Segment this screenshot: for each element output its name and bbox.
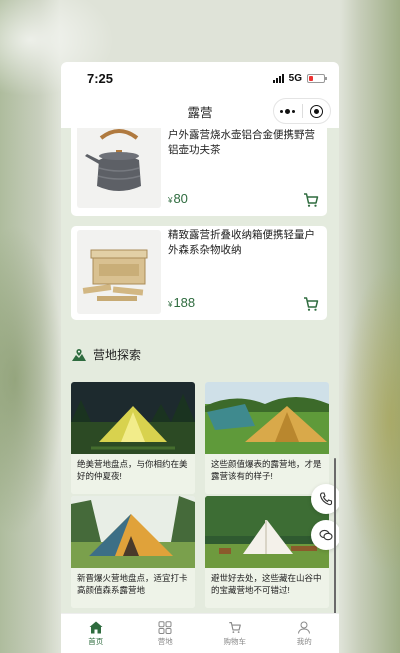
add-to-cart-icon[interactable] xyxy=(303,296,319,312)
map-pin-icon xyxy=(72,348,86,361)
tent-night-image xyxy=(71,382,195,454)
kettle-image xyxy=(77,128,161,208)
tab-label: 营地 xyxy=(157,636,173,646)
product-price: ¥188 xyxy=(168,295,196,310)
status-time: 7:25 xyxy=(87,70,114,86)
phone-icon xyxy=(319,492,333,506)
mini-program-capsule xyxy=(273,98,331,124)
section-header: 营地探索 xyxy=(71,346,141,363)
status-bar: 7:25 5G xyxy=(61,62,339,94)
article-title: 绝美营地盘点，与你相约在美好的仲夏夜! xyxy=(71,454,195,494)
more-icon[interactable] xyxy=(274,108,302,114)
article-title: 这些颜值爆表的露营地，才是露营该有的样子! xyxy=(205,454,329,494)
product-price: ¥80 xyxy=(168,191,188,206)
article-card[interactable]: 避世好去处，这些藏在山谷中的宝藏营地不可错过! xyxy=(205,496,329,608)
tab-label: 首页 xyxy=(88,636,104,646)
network-label: 5G xyxy=(288,72,302,84)
close-target-icon[interactable] xyxy=(303,104,331,118)
section-title: 营地探索 xyxy=(93,348,142,362)
article-card[interactable]: 新晋爆火营地盘点，适宜打卡高颜值森系露营地 xyxy=(71,496,195,608)
scrollbar[interactable] xyxy=(334,458,336,613)
grid-icon xyxy=(158,620,172,634)
article-title: 避世好去处，这些藏在山谷中的宝藏营地不可错过! xyxy=(205,568,329,608)
tent-meadow-image xyxy=(205,382,329,454)
tab-cart[interactable]: 购物车 xyxy=(200,614,270,653)
battery-icon xyxy=(307,73,327,83)
signal-icon xyxy=(272,73,284,83)
tab-bar: 首页 营地 购物车 我的 xyxy=(61,613,339,653)
tent-forest-image xyxy=(71,496,195,568)
phone-screen: 7:25 5G 露营 户外露营烧水壶铝合金便携野营铝壶功夫茶 ¥80 精致露营折… xyxy=(61,62,339,653)
product-card[interactable]: 精致露营折叠收纳箱便携轻量户外森系杂物收纳 ¥188 xyxy=(71,226,327,320)
article-card[interactable]: 绝美营地盘点，与你相约在美好的仲夏夜! xyxy=(71,382,195,494)
tab-profile[interactable]: 我的 xyxy=(270,614,340,653)
product-card[interactable]: 户外露营烧水壶铝合金便携野营铝壶功夫茶 ¥80 xyxy=(71,128,327,216)
tab-home[interactable]: 首页 xyxy=(61,614,131,653)
scroll-content[interactable]: 户外露营烧水壶铝合金便携野营铝壶功夫茶 ¥80 精致露营折叠收纳箱便携轻量户外森… xyxy=(61,128,339,613)
add-to-cart-icon[interactable] xyxy=(303,192,319,208)
product-name: 户外露营烧水壶铝合金便携野营铝壶功夫茶 xyxy=(168,129,315,156)
tab-camp[interactable]: 营地 xyxy=(131,614,201,653)
home-icon xyxy=(89,621,103,633)
article-card[interactable]: 这些颜值爆表的露营地，才是露营该有的样子! xyxy=(205,382,329,494)
tab-label: 购物车 xyxy=(223,636,247,646)
page-title: 露营 xyxy=(187,105,213,120)
user-icon xyxy=(298,621,311,634)
nav-bar: 露营 xyxy=(61,94,339,128)
cart-icon xyxy=(229,621,241,633)
product-name: 精致露营折叠收纳箱便携轻量户外森系杂物收纳 xyxy=(168,229,315,256)
article-title: 新晋爆火营地盘点，适宜打卡高颜值森系露营地 xyxy=(71,568,195,608)
chat-bubble-icon xyxy=(319,529,333,541)
tab-label: 我的 xyxy=(296,636,312,646)
storage-box-image xyxy=(77,230,161,314)
